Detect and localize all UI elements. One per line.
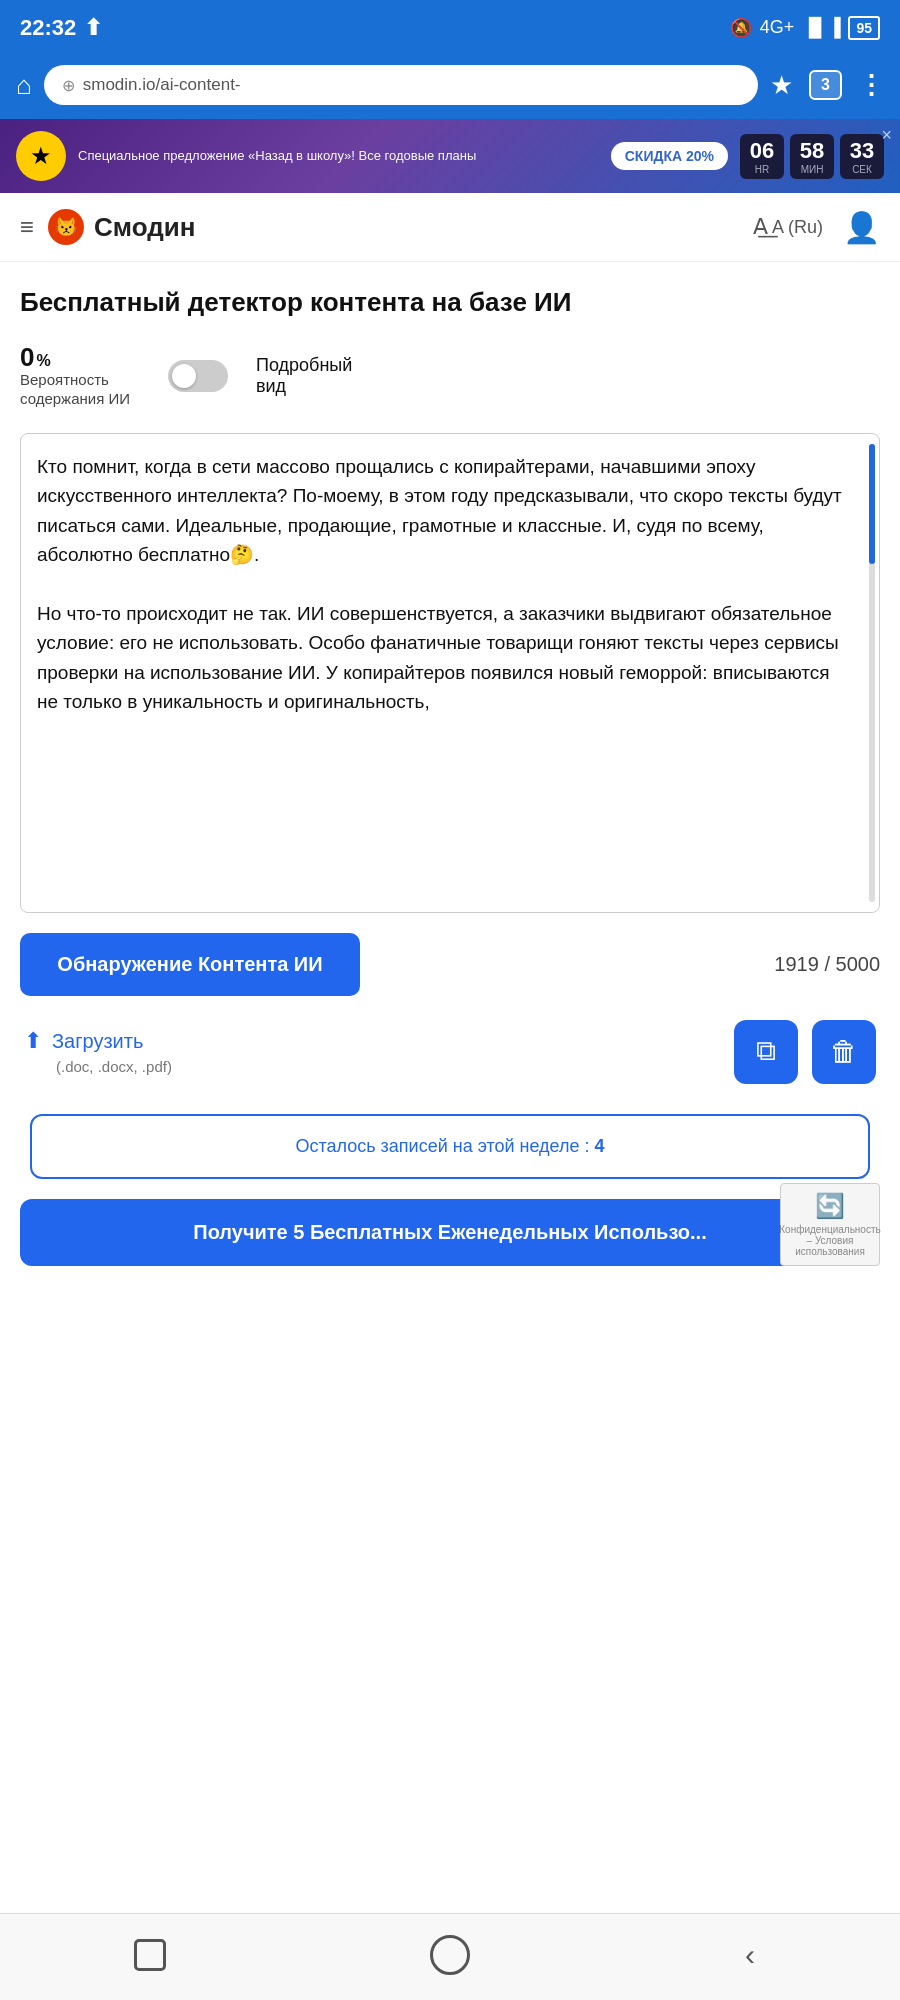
browser-url-text: smodin.io/ai-content-	[83, 75, 241, 95]
timer-secs: 33 СЕК	[840, 134, 884, 179]
sessions-count: 4	[595, 1136, 605, 1156]
sessions-label: Осталось записей на этой неделе :	[295, 1136, 594, 1156]
timer-hours-label: HR	[748, 164, 776, 175]
timer-mins-num: 58	[798, 138, 826, 164]
ad-banner: ★ Специальное предложение «Назад в школу…	[0, 119, 900, 193]
ad-text: Специальное предложение «Назад в школу»!…	[78, 147, 599, 165]
hamburger-menu-icon[interactable]: ≡	[20, 213, 34, 241]
detail-view-toggle-container	[168, 360, 228, 392]
recaptcha-icon: 🔄	[815, 1192, 845, 1220]
delete-button[interactable]: 🗑	[812, 1020, 876, 1084]
header-actions: A͟ A (Ru) 👤	[753, 210, 880, 245]
ai-probability-stat: 0 % Вероятность содержания ИИ	[20, 344, 140, 409]
ad-close-icon[interactable]: ×	[881, 125, 892, 146]
cta-button[interactable]: Получите 5 Бесплатных Еженедельных Испол…	[20, 1199, 880, 1266]
bottom-navigation: ‹	[0, 1913, 900, 2000]
bookmark-icon[interactable]: ★	[770, 70, 793, 101]
stat-unit: %	[36, 352, 50, 370]
signal-bars-icon: ▐▌▐	[802, 17, 840, 38]
upload-file-types: (.doc, .docx, .pdf)	[24, 1058, 172, 1075]
ad-discount-badge[interactable]: СКИДКА 20%	[611, 142, 728, 170]
upload-arrow-icon: ⬆	[24, 1028, 42, 1054]
status-bar: 22:32 ⬆ 🔕 4G+ ▐▌▐ 95	[0, 0, 900, 55]
scrollbar-thumb	[869, 444, 875, 564]
ad-star-icon: ★	[16, 131, 66, 181]
upload-label-text: Загрузить	[52, 1030, 143, 1053]
browser-url-bar[interactable]: ⊕ smodin.io/ai-content-	[44, 65, 758, 105]
nav-square-button[interactable]	[125, 1930, 175, 1980]
page-title: Бесплатный детектор контента на базе ИИ	[20, 286, 880, 320]
nav-back-button[interactable]: ‹	[725, 1930, 775, 1980]
back-chevron-icon: ‹	[745, 1938, 755, 1972]
status-icons: 🔕 4G+ ▐▌▐ 95	[730, 16, 880, 40]
upload-link[interactable]: ⬆ Загрузить	[24, 1028, 172, 1054]
upload-row: ⬆ Загрузить (.doc, .docx, .pdf) ⧉ 🗑	[20, 1020, 880, 1084]
logo-text: Смодин	[94, 212, 195, 243]
site-logo[interactable]: 😾 Смодин	[48, 209, 195, 245]
delete-icon: 🗑	[830, 1035, 858, 1068]
browser-url-prefix: ⊕	[62, 76, 75, 95]
text-input-area[interactable]: Кто помнит, когда в сети массово прощали…	[20, 433, 880, 913]
detail-view-label: Подробный вид	[256, 355, 356, 398]
upload-indicator: ⬆	[84, 15, 102, 41]
timer-secs-label: СЕК	[848, 164, 876, 175]
ad-decoration: ★	[16, 131, 66, 181]
upload-actions: ⧉ 🗑	[734, 1020, 876, 1084]
copy-button[interactable]: ⧉	[734, 1020, 798, 1084]
time-display: 22:32	[20, 15, 76, 41]
translate-button[interactable]: A͟ A (Ru)	[753, 214, 823, 240]
action-row: Обнаружение Контента ИИ 1919 / 5000	[20, 933, 880, 996]
browser-actions: ★ 3 ⋮	[770, 70, 884, 101]
ad-description: Специальное предложение «Назад в школу»!…	[78, 147, 599, 165]
char-count: 1919 / 5000	[774, 953, 880, 976]
copy-icon: ⧉	[756, 1035, 776, 1068]
stats-row: 0 % Вероятность содержания ИИ Подробный …	[20, 344, 880, 409]
stat-label: Вероятность содержания ИИ	[20, 370, 140, 409]
sessions-text: Осталось записей на этой неделе : 4	[295, 1136, 604, 1156]
nav-home-button[interactable]	[425, 1930, 475, 1980]
upload-left: ⬆ Загрузить (.doc, .docx, .pdf)	[24, 1028, 172, 1075]
browser-bar: ⌂ ⊕ smodin.io/ai-content- ★ 3 ⋮	[0, 55, 900, 119]
timer-mins-label: МИН	[798, 164, 826, 175]
mute-icon: 🔕	[730, 17, 752, 39]
translate-lang: A (Ru)	[772, 217, 823, 238]
logo-icon: 😾	[48, 209, 84, 245]
toggle-knob	[172, 364, 196, 388]
timer-secs-num: 33	[848, 138, 876, 164]
text-content[interactable]: Кто помнит, когда в сети массово прощали…	[37, 452, 863, 717]
timer-mins: 58 МИН	[790, 134, 834, 179]
browser-home-icon[interactable]: ⌂	[16, 70, 32, 101]
ad-timer: 06 HR 58 МИН 33 СЕК	[740, 134, 884, 179]
recaptcha-text: Конфиденциальность – Условия использован…	[779, 1224, 880, 1257]
timer-hours: 06 HR	[740, 134, 784, 179]
translate-icon: A͟	[753, 214, 768, 240]
signal-text: 4G+	[760, 17, 795, 38]
site-header: ≡ 😾 Смодин A͟ A (Ru) 👤	[0, 193, 900, 262]
status-time: 22:32 ⬆	[20, 15, 102, 41]
main-content: Бесплатный детектор контента на базе ИИ …	[0, 262, 900, 1370]
square-nav-icon	[134, 1939, 166, 1971]
tabs-count[interactable]: 3	[809, 70, 842, 100]
circle-nav-icon	[430, 1935, 470, 1975]
detail-view-toggle[interactable]	[168, 360, 228, 392]
recaptcha-badge: 🔄 Конфиденциальность – Условия использов…	[780, 1183, 880, 1266]
more-menu-icon[interactable]: ⋮	[858, 70, 884, 101]
detect-button[interactable]: Обнаружение Контента ИИ	[20, 933, 360, 996]
timer-hours-num: 06	[748, 138, 776, 164]
stat-number: 0	[20, 344, 34, 370]
scrollbar	[869, 444, 875, 902]
battery-indicator: 95	[848, 16, 880, 40]
logo-emoji: 😾	[55, 216, 77, 238]
user-profile-icon[interactable]: 👤	[843, 210, 880, 245]
sessions-remaining-box: Осталось записей на этой неделе : 4	[30, 1114, 870, 1179]
